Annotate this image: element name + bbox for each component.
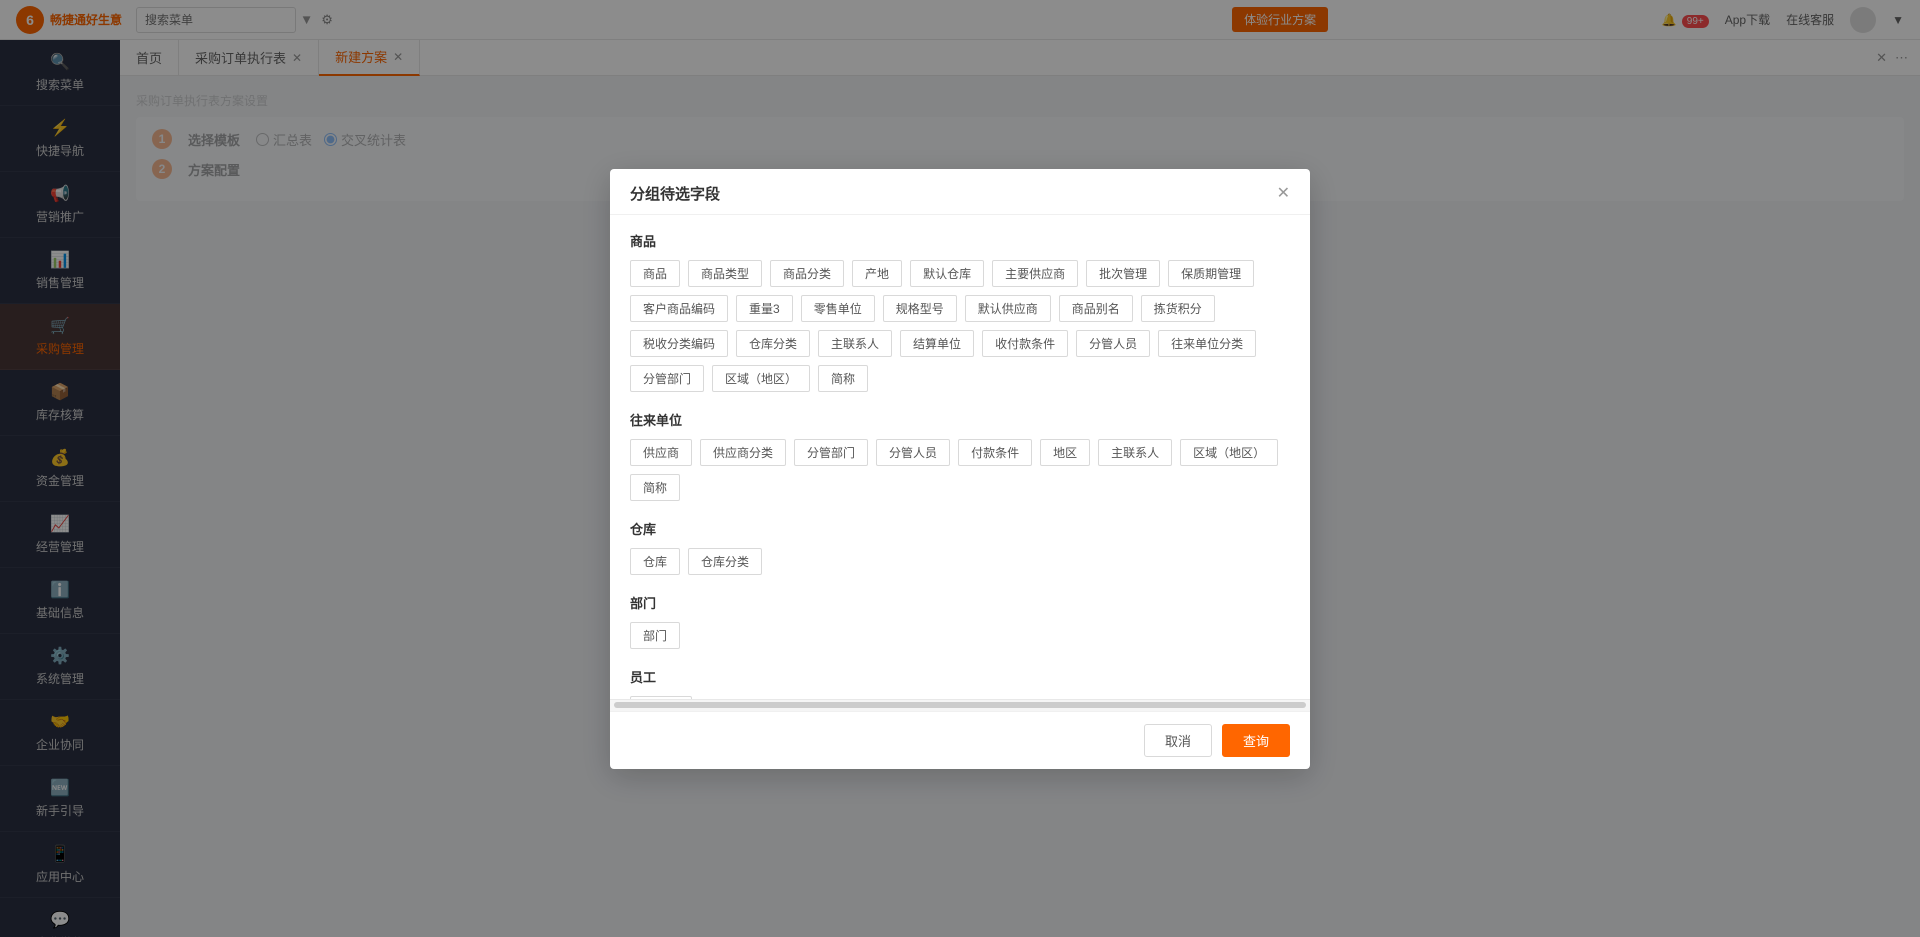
field-tag-department-0[interactable]: 部门: [630, 622, 680, 649]
field-tag-warehouse-0[interactable]: 仓库: [630, 548, 680, 575]
field-tag-goods-13[interactable]: 商品别名: [1059, 295, 1133, 322]
section-department: 部门 部门: [630, 593, 1290, 649]
field-tag-goods-14[interactable]: 拣货积分: [1141, 295, 1215, 322]
confirm-button[interactable]: 查询: [1222, 724, 1290, 757]
field-select-modal: 分组待选字段 ✕ 商品 商品 商品类型 商品分类 产地 默认仓库 主要供应商 批…: [610, 169, 1310, 769]
field-tag-goods-4[interactable]: 默认仓库: [910, 260, 984, 287]
field-tag-goods-3[interactable]: 产地: [852, 260, 902, 287]
section-warehouse-title: 仓库: [630, 519, 1290, 538]
modal-hscroll[interactable]: [610, 699, 1310, 711]
field-tag-goods-10[interactable]: 零售单位: [801, 295, 875, 322]
field-tag-partner-8[interactable]: 简称: [630, 474, 680, 501]
field-tag-warehouse-1[interactable]: 仓库分类: [688, 548, 762, 575]
field-tag-partner-5[interactable]: 地区: [1040, 439, 1090, 466]
field-tag-partner-1[interactable]: 供应商分类: [700, 439, 786, 466]
modal-body[interactable]: 商品 商品 商品类型 商品分类 产地 默认仓库 主要供应商 批次管理 保质期管理…: [610, 215, 1310, 699]
field-tag-partner-2[interactable]: 分管部门: [794, 439, 868, 466]
field-tag-goods-5[interactable]: 主要供应商: [992, 260, 1078, 287]
section-goods: 商品 商品 商品类型 商品分类 产地 默认仓库 主要供应商 批次管理 保质期管理…: [630, 231, 1290, 392]
section-warehouse: 仓库 仓库 仓库分类: [630, 519, 1290, 575]
section-department-title: 部门: [630, 593, 1290, 612]
field-tag-goods-21[interactable]: 往来单位分类: [1158, 330, 1256, 357]
field-tag-goods-11[interactable]: 规格型号: [883, 295, 957, 322]
partner-field-tags: 供应商 供应商分类 分管部门 分管人员 付款条件 地区 主联系人 区域（地区） …: [630, 439, 1290, 501]
modal-footer: 取消 查询: [610, 711, 1310, 769]
modal-overlay: 分组待选字段 ✕ 商品 商品 商品类型 商品分类 产地 默认仓库 主要供应商 批…: [0, 0, 1920, 937]
field-tag-partner-6[interactable]: 主联系人: [1098, 439, 1172, 466]
section-partner: 往来单位 供应商 供应商分类 分管部门 分管人员 付款条件 地区 主联系人 区域…: [630, 410, 1290, 501]
field-tag-goods-7[interactable]: 保质期管理: [1168, 260, 1254, 287]
goods-field-tags: 商品 商品类型 商品分类 产地 默认仓库 主要供应商 批次管理 保质期管理 客户…: [630, 260, 1290, 392]
field-tag-goods-0[interactable]: 商品: [630, 260, 680, 287]
field-tag-goods-18[interactable]: 结算单位: [900, 330, 974, 357]
warehouse-field-tags: 仓库 仓库分类: [630, 548, 1290, 575]
field-tag-goods-22[interactable]: 分管部门: [630, 365, 704, 392]
field-tag-partner-4[interactable]: 付款条件: [958, 439, 1032, 466]
modal-title: 分组待选字段: [630, 183, 720, 204]
section-employee: 员工 业务员: [630, 667, 1290, 699]
field-tag-partner-3[interactable]: 分管人员: [876, 439, 950, 466]
hscroll-thumb[interactable]: [614, 702, 1306, 708]
department-field-tags: 部门: [630, 622, 1290, 649]
field-tag-partner-7[interactable]: 区域（地区）: [1180, 439, 1278, 466]
field-tag-goods-17[interactable]: 主联系人: [818, 330, 892, 357]
field-tag-goods-1[interactable]: 商品类型: [688, 260, 762, 287]
field-tag-goods-12[interactable]: 默认供应商: [965, 295, 1051, 322]
field-tag-goods-19[interactable]: 收付款条件: [982, 330, 1068, 357]
field-tag-goods-16[interactable]: 仓库分类: [736, 330, 810, 357]
modal-close-btn[interactable]: ✕: [1277, 183, 1290, 203]
field-tag-goods-23[interactable]: 区域（地区）: [712, 365, 810, 392]
field-tag-goods-15[interactable]: 税收分类编码: [630, 330, 728, 357]
field-tag-goods-9[interactable]: 重量3: [736, 295, 793, 322]
field-tag-goods-2[interactable]: 商品分类: [770, 260, 844, 287]
section-partner-title: 往来单位: [630, 410, 1290, 429]
field-tag-goods-24[interactable]: 简称: [818, 365, 868, 392]
modal-header: 分组待选字段 ✕: [610, 169, 1310, 215]
field-tag-goods-8[interactable]: 客户商品编码: [630, 295, 728, 322]
field-tag-partner-0[interactable]: 供应商: [630, 439, 692, 466]
section-goods-title: 商品: [630, 231, 1290, 250]
cancel-button[interactable]: 取消: [1144, 724, 1212, 757]
field-tag-goods-20[interactable]: 分管人员: [1076, 330, 1150, 357]
field-tag-goods-6[interactable]: 批次管理: [1086, 260, 1160, 287]
section-employee-title: 员工: [630, 667, 1290, 686]
